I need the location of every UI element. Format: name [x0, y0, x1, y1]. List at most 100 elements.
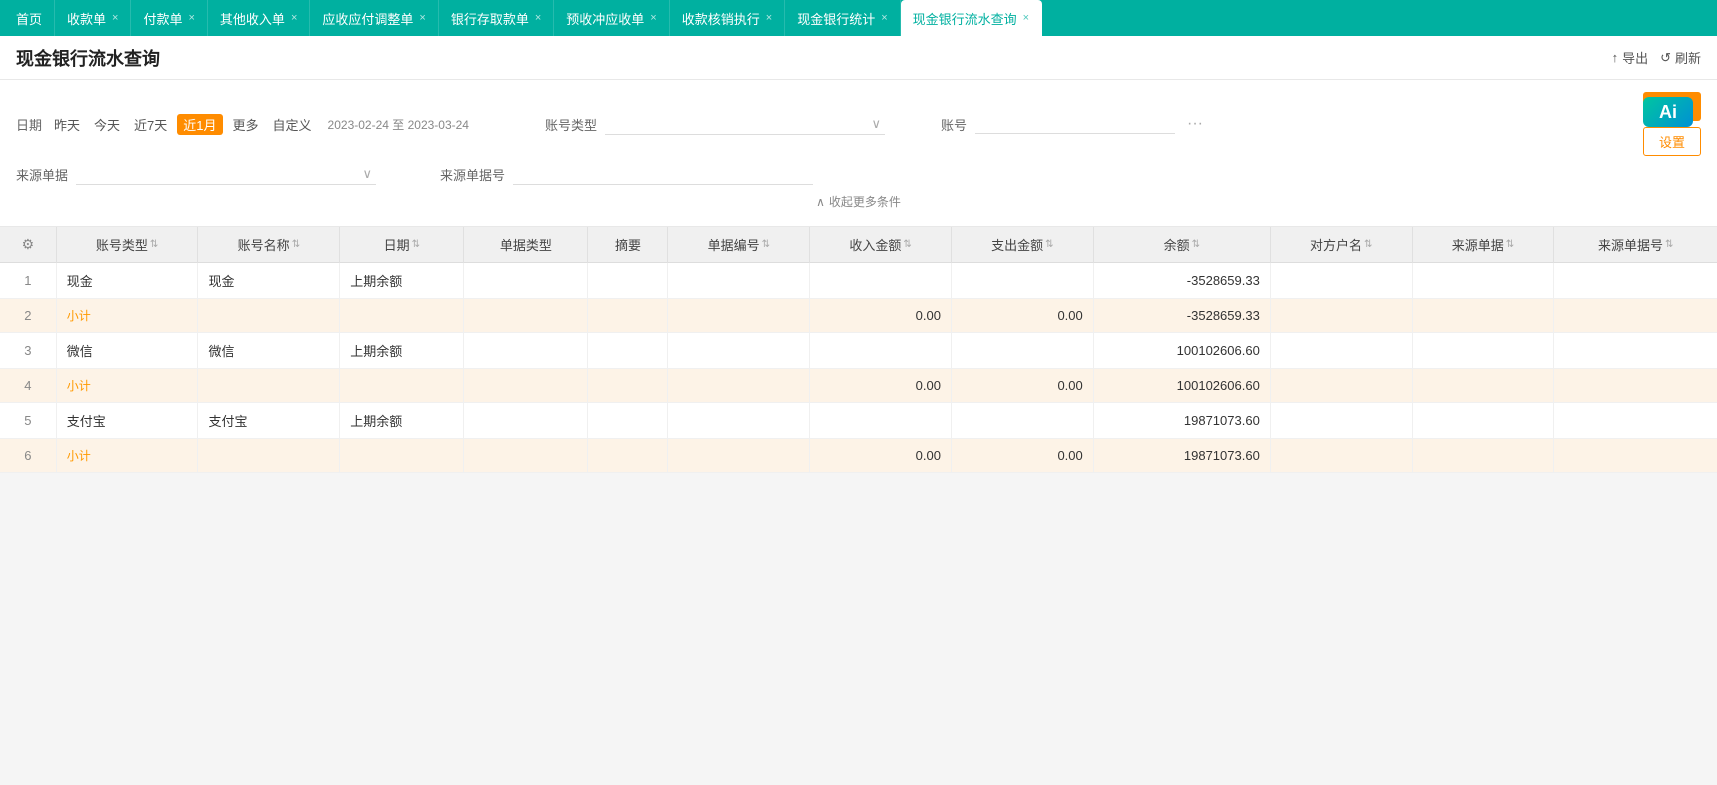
date-opt-today[interactable]: 今天 — [90, 114, 124, 135]
table-cell: 0.00 — [951, 369, 1093, 403]
th-account-type[interactable]: 账号类型⇅ — [56, 227, 198, 263]
nav-receipt-label: 收款单 — [67, 9, 106, 28]
table-cell — [464, 333, 588, 369]
collapse-bar[interactable]: ∧ 收起更多条件 — [16, 189, 1701, 214]
th-balance-label: 余额 — [1164, 235, 1190, 254]
table-cell — [1554, 439, 1717, 473]
header-actions: ↑ 导出 ↺ 刷新 — [1612, 48, 1701, 67]
table-cell — [340, 439, 464, 473]
table-cell: 小计 — [56, 299, 198, 333]
source-doc-filter-group: 来源单据 ∨ — [16, 164, 376, 185]
nav-item-receipt-exec[interactable]: 收款核销执行 × — [670, 0, 785, 36]
table-row: 4小计0.000.00100102606.60 — [0, 369, 1717, 403]
th-source-doc-no[interactable]: 来源单据号⇅ — [1554, 227, 1717, 263]
table-cell — [588, 369, 668, 403]
th-summary[interactable]: 摘要 — [588, 227, 668, 263]
table-cell — [810, 263, 952, 299]
th-source-doc[interactable]: 来源单据⇅ — [1412, 227, 1554, 263]
table-cell: 上期余额 — [340, 263, 464, 299]
table-cell — [1270, 299, 1412, 333]
table-row: 3微信微信上期余额100102606.60 — [0, 333, 1717, 369]
settings-button[interactable]: 设置 — [1643, 127, 1701, 156]
th-expense-label: 支出金额 — [991, 235, 1043, 254]
th-income[interactable]: 收入金额⇅ — [810, 227, 952, 263]
nav-item-payment[interactable]: 付款单 × — [131, 0, 207, 36]
table-cell — [668, 299, 810, 333]
date-label: 日期 — [16, 115, 42, 134]
table-cell: 5 — [0, 403, 56, 439]
table-cell: 19871073.60 — [1093, 439, 1270, 473]
th-counterparty[interactable]: 对方户名⇅ — [1270, 227, 1412, 263]
th-source-doc-label: 来源单据 — [1452, 235, 1504, 254]
table-cell — [1270, 333, 1412, 369]
table-cell — [668, 333, 810, 369]
nav-ar-ap-adjust-label: 应收应付调整单 — [322, 9, 413, 28]
table-cell — [1270, 263, 1412, 299]
table-cell — [951, 333, 1093, 369]
table-row: 6小计0.000.0019871073.60 — [0, 439, 1717, 473]
export-button[interactable]: ↑ 导出 — [1612, 48, 1649, 67]
source-doc-label: 来源单据 — [16, 165, 68, 184]
sort-icon-doc-no: ⇅ — [762, 239, 770, 250]
nav-item-home[interactable]: 首页 — [4, 0, 55, 36]
table-cell: 0.00 — [810, 369, 952, 403]
th-doc-type-label: 单据类型 — [500, 238, 552, 253]
sort-icon-source-doc-no: ⇅ — [1665, 239, 1673, 250]
nav-item-bank-deposit[interactable]: 银行存取款单 × — [439, 0, 554, 36]
sort-icon-counterparty: ⇅ — [1364, 239, 1372, 250]
nav-item-other-income[interactable]: 其他收入单 × — [208, 0, 310, 36]
source-doc-select[interactable]: ∨ — [76, 164, 376, 185]
th-expense[interactable]: 支出金额⇅ — [951, 227, 1093, 263]
table-cell — [1412, 439, 1554, 473]
table-cell: 支付宝 — [56, 403, 198, 439]
nav-item-bank-flow[interactable]: 现金银行流水查询 × — [901, 0, 1042, 36]
nav-payment-close[interactable]: × — [188, 12, 194, 24]
sort-icon-source-doc: ⇅ — [1506, 239, 1514, 250]
nav-item-receipt[interactable]: 收款单 × — [55, 0, 131, 36]
table-cell — [340, 369, 464, 403]
th-date[interactable]: 日期⇅ — [340, 227, 464, 263]
nav-item-bank-stats[interactable]: 现金银行统计 × — [785, 0, 900, 36]
table-cell — [810, 333, 952, 369]
date-opt-7days[interactable]: 近7天 — [130, 114, 171, 135]
nav-receipt-close[interactable]: × — [112, 12, 118, 24]
sort-icon-account-type: ⇅ — [150, 239, 158, 250]
date-options: 昨天 今天 近7天 近1月 更多 自定义 — [50, 114, 316, 135]
th-balance[interactable]: 余额⇅ — [1093, 227, 1270, 263]
date-opt-more[interactable]: 更多 — [229, 114, 263, 135]
nav-bank-stats-close[interactable]: × — [881, 12, 887, 24]
table-cell: 上期余额 — [340, 333, 464, 369]
nav-bank-flow-close[interactable]: × — [1023, 12, 1029, 24]
nav-receipt-exec-close[interactable]: × — [766, 12, 772, 24]
date-opt-yesterday[interactable]: 昨天 — [50, 114, 84, 135]
nav-advance-receipt-close[interactable]: × — [650, 12, 656, 24]
table-cell — [198, 369, 340, 403]
table-cell: 6 — [0, 439, 56, 473]
th-doc-type[interactable]: 单据类型 — [464, 227, 588, 263]
nav-bank-flow-label: 现金银行流水查询 — [913, 9, 1017, 28]
table-cell — [588, 439, 668, 473]
source-doc-chevron: ∨ — [363, 166, 373, 182]
nav-item-ar-ap-adjust[interactable]: 应收应付调整单 × — [310, 0, 438, 36]
nav-other-income-close[interactable]: × — [291, 12, 297, 24]
th-summary-label: 摘要 — [615, 238, 641, 253]
account-input[interactable] — [975, 114, 1175, 134]
account-type-select[interactable]: ∨ — [605, 114, 885, 135]
th-doc-no[interactable]: 单据编号⇅ — [668, 227, 810, 263]
date-opt-custom[interactable]: 自定义 — [269, 114, 316, 135]
date-opt-1month[interactable]: 近1月 — [177, 114, 222, 135]
table-cell — [1270, 439, 1412, 473]
th-gear[interactable]: ⚙ — [0, 227, 56, 263]
nav-item-advance-receipt[interactable]: 预收冲应收单 × — [554, 0, 669, 36]
account-label: 账号 — [941, 115, 967, 134]
nav-bank-deposit-close[interactable]: × — [535, 12, 541, 24]
page-title: 现金银行流水查询 — [16, 45, 160, 71]
ai-badge[interactable]: Ai — [1643, 97, 1693, 127]
account-more-icon[interactable]: ··· — [1187, 115, 1203, 133]
table-cell — [951, 403, 1093, 439]
table-cell — [1554, 333, 1717, 369]
th-account-name[interactable]: 账号名称⇅ — [198, 227, 340, 263]
source-doc-no-input[interactable] — [513, 165, 813, 185]
refresh-button[interactable]: ↺ 刷新 — [1660, 48, 1701, 67]
nav-ar-ap-adjust-close[interactable]: × — [419, 12, 425, 24]
